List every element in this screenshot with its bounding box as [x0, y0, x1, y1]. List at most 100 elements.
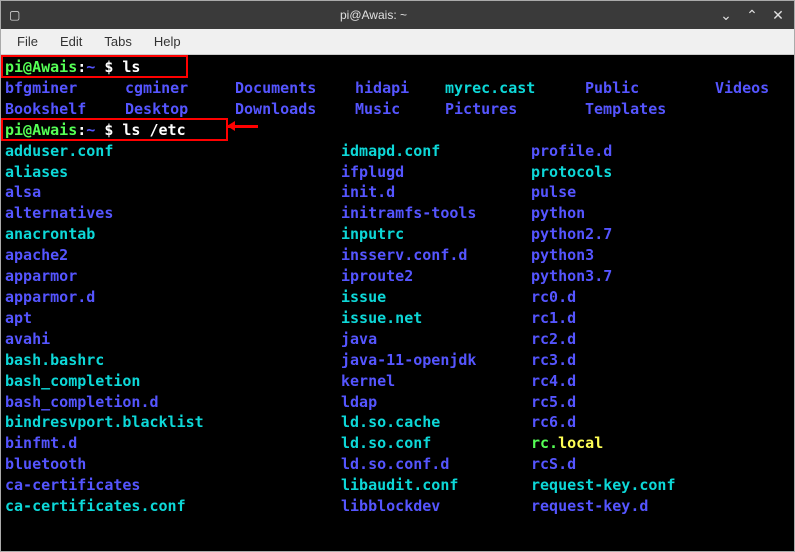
- ls-item: Desktop: [125, 99, 235, 120]
- menu-file[interactable]: File: [7, 31, 48, 52]
- ls-item: rc4.d: [531, 371, 576, 392]
- ls-item: rcS.d: [531, 454, 576, 475]
- terminal-content[interactable]: pi@Awais:~ $ ls bfgminercgminerDocuments…: [1, 55, 794, 551]
- ls-etc-row: bash.bashrcjava-11-openjdkrc3.d: [5, 350, 790, 371]
- ls-item: ca-certificates.conf: [5, 496, 341, 517]
- ls-item: ld.so.conf.d: [341, 454, 531, 475]
- ls-item: java: [341, 329, 531, 350]
- ls-item: inputrc: [341, 224, 531, 245]
- ls-etc-row: alternativesinitramfs-toolspython: [5, 203, 790, 224]
- ls-item: myrec.cast: [445, 78, 585, 99]
- ls-item: ld.so.cache: [341, 412, 531, 433]
- ls-item: insserv.conf.d: [341, 245, 531, 266]
- ls-etc-row: apache2insserv.conf.dpython3: [5, 245, 790, 266]
- ls-item: apache2: [5, 245, 341, 266]
- prompt-colon: :: [77, 58, 86, 76]
- ls-etc-row: aliasesifplugdprotocols: [5, 162, 790, 183]
- prompt-user: pi@Awais: [5, 58, 77, 76]
- ls-home-row-2: BookshelfDesktopDownloadsMusicPicturesTe…: [5, 99, 790, 120]
- ls-etc-row: bash_completionkernelrc4.d: [5, 371, 790, 392]
- ls-item: bash.bashrc: [5, 350, 341, 371]
- ls-item: alsa: [5, 182, 341, 203]
- ls-etc-row: anacrontabinputrcpython2.7: [5, 224, 790, 245]
- ls-item: request-key.d: [531, 496, 648, 517]
- ls-item: hidapi: [355, 78, 445, 99]
- ls-item: rc.local: [531, 433, 603, 454]
- ls-item: initramfs-tools: [341, 203, 531, 224]
- ls-item: rc5.d: [531, 392, 576, 413]
- ls-item: init.d: [341, 182, 531, 203]
- ls-etc-row: bluetoothld.so.conf.drcS.d: [5, 454, 790, 475]
- ls-item: bluetooth: [5, 454, 341, 475]
- ls-item: apt: [5, 308, 341, 329]
- maximize-button[interactable]: ⌃: [744, 7, 760, 24]
- ls-item: issue.net: [341, 308, 531, 329]
- ls-item: rc1.d: [531, 308, 576, 329]
- menu-tabs[interactable]: Tabs: [94, 31, 141, 52]
- ls-item: pulse: [531, 182, 576, 203]
- ls-etc-row: avahijavarc2.d: [5, 329, 790, 350]
- terminal-window: ▢ pi@Awais: ~ ⌄ ⌃ ✕ File Edit Tabs Help …: [0, 0, 795, 552]
- command-ls: ls: [122, 58, 140, 76]
- ls-etc-row: bash_completion.dldaprc5.d: [5, 392, 790, 413]
- ls-item: profile.d: [531, 141, 612, 162]
- menu-edit[interactable]: Edit: [50, 31, 92, 52]
- ls-item: rc0.d: [531, 287, 576, 308]
- ls-item: kernel: [341, 371, 531, 392]
- prompt-path: ~: [86, 58, 104, 76]
- ls-item: ca-certificates: [5, 475, 341, 496]
- prompt-user: pi@Awais: [5, 121, 77, 139]
- ls-etc-row: bindresvport.blacklistld.so.cacherc6.d: [5, 412, 790, 433]
- ls-item: bindresvport.blacklist: [5, 412, 341, 433]
- window-controls: ⌄ ⌃ ✕: [718, 7, 786, 24]
- ls-item: cgminer: [125, 78, 235, 99]
- ls-item: libaudit.conf: [341, 475, 531, 496]
- close-button[interactable]: ✕: [770, 7, 786, 24]
- ls-item: ldap: [341, 392, 531, 413]
- ls-item: ifplugd: [341, 162, 531, 183]
- ls-etc-row: aptissue.netrc1.d: [5, 308, 790, 329]
- ls-item: avahi: [5, 329, 341, 350]
- command-ls-etc: ls /etc: [122, 121, 185, 139]
- ls-item: Music: [355, 99, 445, 120]
- menu-help[interactable]: Help: [144, 31, 191, 52]
- ls-etc-listing: adduser.confidmapd.confprofile.daliasesi…: [5, 141, 790, 517]
- minimize-button[interactable]: ⌄: [718, 7, 734, 24]
- ls-item: rc6.d: [531, 412, 576, 433]
- rc-text: rc.: [531, 434, 558, 452]
- ls-etc-row: binfmt.dld.so.confrc.local: [5, 433, 790, 454]
- ls-item: bfgminer: [5, 78, 125, 99]
- ls-home-row-1: bfgminercgminerDocumentshidapimyrec.cast…: [5, 78, 790, 99]
- ls-etc-row: apparmoriproute2python3.7: [5, 266, 790, 287]
- ls-item: Videos: [715, 79, 769, 97]
- ls-etc-row: ca-certificateslibaudit.confrequest-key.…: [5, 475, 790, 496]
- ls-item: apparmor: [5, 266, 341, 287]
- ls-etc-row: ca-certificates.conflibblockdevrequest-k…: [5, 496, 790, 517]
- ls-item: bash_completion: [5, 371, 341, 392]
- ls-etc-row: adduser.confidmapd.confprofile.d: [5, 141, 790, 162]
- ls-item: Public: [585, 78, 715, 99]
- ls-item: python3.7: [531, 266, 612, 287]
- ls-item: Pictures: [445, 99, 585, 120]
- ls-item: protocols: [531, 162, 612, 183]
- terminal-app-icon: ▢: [9, 8, 20, 22]
- ls-item: idmapd.conf: [341, 141, 531, 162]
- ls-item: Downloads: [235, 99, 355, 120]
- prompt-dollar: $: [104, 121, 122, 139]
- titlebar-icon-area: ▢: [9, 8, 29, 22]
- ls-item: libblockdev: [341, 496, 531, 517]
- ls-etc-row: alsainit.dpulse: [5, 182, 790, 203]
- ls-item: aliases: [5, 162, 341, 183]
- titlebar[interactable]: ▢ pi@Awais: ~ ⌄ ⌃ ✕: [1, 1, 794, 29]
- ls-item: adduser.conf: [5, 141, 341, 162]
- ls-item: rc2.d: [531, 329, 576, 350]
- ls-item: Templates: [585, 99, 715, 120]
- ls-item: binfmt.d: [5, 433, 341, 454]
- ls-item: alternatives: [5, 203, 341, 224]
- window-title: pi@Awais: ~: [29, 8, 718, 22]
- ls-item: Documents: [235, 78, 355, 99]
- prompt-line-2: pi@Awais:~ $ ls /etc: [5, 120, 790, 141]
- ls-item: python2.7: [531, 224, 612, 245]
- prompt-dollar: $: [104, 58, 122, 76]
- ls-item: python: [531, 203, 585, 224]
